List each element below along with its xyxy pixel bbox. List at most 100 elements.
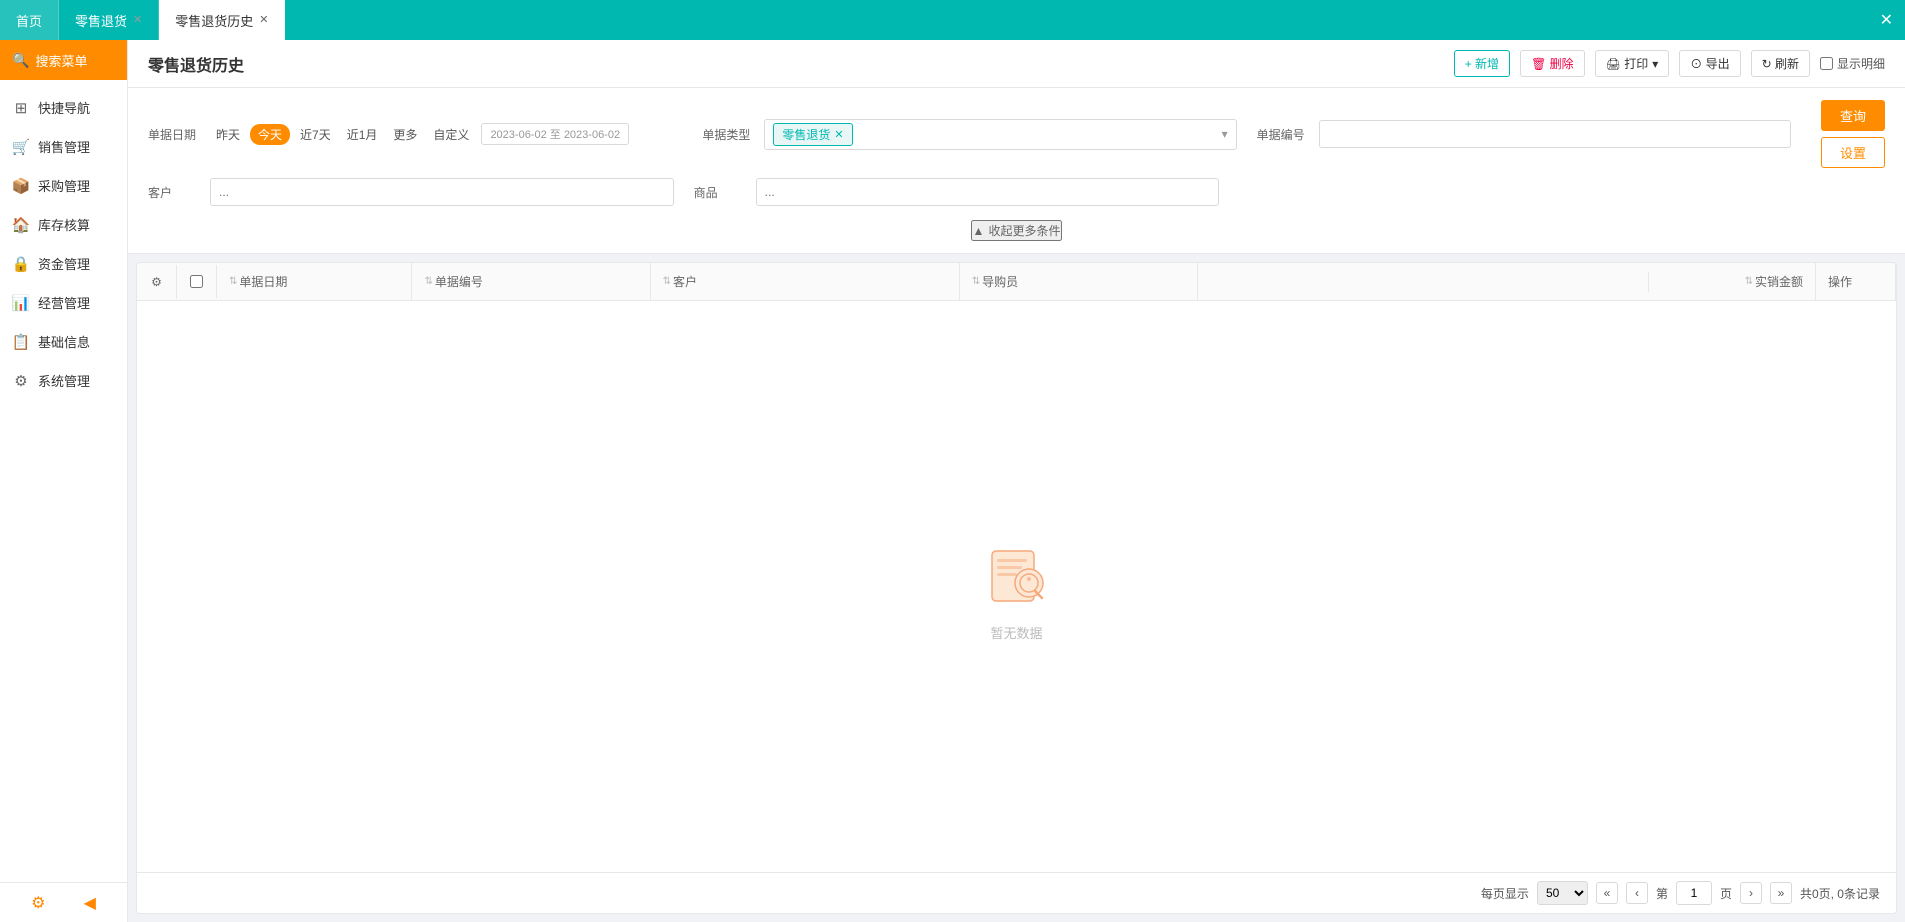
print-button[interactable]: 🖨 打印 ▾ (1595, 50, 1670, 77)
new-button[interactable]: + 新增 (1454, 50, 1510, 77)
tab-retail-return-history-label: 零售退货历史 (175, 11, 253, 30)
filter-row-2: 客户 商品 (148, 178, 1885, 206)
th-number-label: 单据编号 (435, 273, 483, 290)
sidebar-item-purchase-mgmt[interactable]: 📦 采购管理 (0, 166, 127, 205)
customer-filter-item: 客户 (148, 178, 674, 206)
show-detail-checkbox[interactable] (1820, 57, 1833, 70)
sidebar-item-basic-info[interactable]: 📋 基础信息 (0, 322, 127, 361)
th-checkbox[interactable] (177, 265, 217, 298)
page-number-input[interactable]: 1 (1676, 881, 1712, 905)
tab-retail-return-close[interactable]: ✕ (133, 15, 142, 26)
print-arrow-icon: ▾ (1652, 57, 1658, 71)
quick-nav-icon: ⊞ (12, 99, 30, 117)
top-bar: 首页 零售退货 ✕ 零售退货历史 ✕ ✕ (0, 0, 1905, 40)
sort-icon-amount: ⇅ (1745, 276, 1753, 287)
purchase-mgmt-icon: 📦 (12, 177, 30, 195)
order-number-label: 单据编号 (1257, 126, 1313, 143)
sidebar-item-system-mgmt[interactable]: ⚙ 系统管理 (0, 361, 127, 400)
th-date[interactable]: ⇅ 单据日期 (217, 263, 412, 300)
table-header: ⚙ ⇅ 单据日期 ⇅ 单据编号 ⇅ 客户 ⇅ (137, 263, 1896, 301)
sidebar-item-sales-mgmt[interactable]: 🛒 销售管理 (0, 127, 127, 166)
order-number-filter-item: 单据编号 (1257, 120, 1791, 148)
th-settings[interactable]: ⚙ (137, 265, 177, 299)
sidebar-item-purchase-mgmt-label: 采购管理 (38, 176, 90, 195)
order-number-input[interactable] (1319, 120, 1791, 148)
collapse-label: 收起更多条件 (988, 222, 1060, 239)
column-settings-icon: ⚙ (151, 275, 162, 289)
collapse-sidebar-icon[interactable]: ◀ (84, 893, 96, 913)
page-label: 第 (1656, 885, 1668, 902)
type-filter-item: 单据类型 零售退货 ✕ ▾ (702, 119, 1236, 150)
sort-icon-date: ⇅ (229, 276, 237, 287)
goods-input[interactable] (756, 178, 1220, 206)
prev-page-btn[interactable]: ‹ (1626, 882, 1648, 904)
refresh-button[interactable]: ↻ 刷新 (1751, 50, 1810, 77)
th-guide[interactable]: ⇅ 导购员 (960, 263, 1198, 300)
basic-info-icon: 📋 (12, 333, 30, 351)
date-shortcut-custom[interactable]: 自定义 (427, 124, 475, 145)
type-tag-close[interactable]: ✕ (834, 128, 843, 141)
sidebar-search[interactable]: 🔍 搜索菜单 (0, 40, 127, 80)
pagination-bar: 每页显示 10 20 50 100 « ‹ 第 1 页 › » 共0页, 0条记… (137, 872, 1896, 913)
empty-icon (977, 531, 1057, 611)
settings-footer-icon[interactable]: ⚙ (31, 893, 45, 913)
th-date-label: 单据日期 (239, 273, 287, 290)
system-mgmt-icon: ⚙ (12, 372, 30, 390)
th-guide-label: 导购员 (982, 273, 1018, 290)
date-shortcut-more[interactable]: 更多 (387, 124, 423, 145)
th-action-label: 操作 (1828, 273, 1852, 290)
first-page-btn[interactable]: « (1596, 882, 1618, 904)
page-header: 零售退货历史 + 新增 🗑 删除 🖨 打印 ▾ ⊙ 导出 ↻ 刷新 显示明细 (128, 40, 1905, 88)
type-selector[interactable]: 零售退货 ✕ ▾ (764, 119, 1236, 150)
sidebar-item-sales-mgmt-label: 销售管理 (38, 137, 90, 156)
th-number[interactable]: ⇅ 单据编号 (412, 263, 650, 300)
setting-button[interactable]: 设置 (1821, 137, 1885, 168)
sidebar-search-label: 搜索菜单 (35, 51, 87, 70)
type-filter-label: 单据类型 (702, 126, 758, 143)
next-page-btn[interactable]: › (1740, 882, 1762, 904)
per-page-select[interactable]: 10 20 50 100 (1537, 881, 1588, 905)
sidebar-item-finance-mgmt[interactable]: 🔒 资金管理 (0, 244, 127, 283)
operations-mgmt-icon: 📊 (12, 294, 30, 312)
sidebar-item-inventory[interactable]: 🏠 库存核算 (0, 205, 127, 244)
date-shortcut-last7[interactable]: 近7天 (294, 124, 337, 145)
sidebar-item-inventory-label: 库存核算 (38, 215, 90, 234)
tab-home[interactable]: 首页 (0, 0, 59, 40)
empty-text: 暂无数据 (990, 623, 1042, 642)
delete-button[interactable]: 🗑 删除 (1520, 50, 1585, 77)
sidebar-item-system-mgmt-label: 系统管理 (38, 371, 90, 390)
tab-retail-return-history[interactable]: 零售退货历史 ✕ (159, 0, 285, 40)
date-shortcut-last-month[interactable]: 近1月 (341, 124, 384, 145)
tab-home-label: 首页 (16, 11, 42, 30)
show-detail-checkbox-label[interactable]: 显示明细 (1820, 55, 1885, 72)
query-button[interactable]: 查询 (1821, 100, 1885, 131)
export-button[interactable]: ⊙ 导出 (1679, 50, 1740, 77)
inventory-icon: 🏠 (12, 216, 30, 234)
sidebar-item-quick-nav[interactable]: ⊞ 快捷导航 (0, 88, 127, 127)
type-selector-chevron: ▾ (1222, 127, 1228, 141)
toolbar-actions: + 新增 🗑 删除 🖨 打印 ▾ ⊙ 导出 ↻ 刷新 显示明细 (1454, 50, 1885, 77)
th-spacer (1198, 272, 1649, 292)
sidebar-item-operations-mgmt[interactable]: 📊 经营管理 (0, 283, 127, 322)
page-suffix: 页 (1720, 885, 1732, 902)
date-filter-label: 单据日期 (148, 126, 204, 143)
sort-icon-customer: ⇅ (663, 276, 671, 287)
date-shortcut-today[interactable]: 今天 (250, 124, 290, 145)
window-close-btn[interactable]: ✕ (1880, 10, 1893, 30)
tab-retail-return-label: 零售退货 (75, 11, 127, 30)
per-page-label: 每页显示 (1481, 885, 1529, 902)
th-customer[interactable]: ⇅ 客户 (651, 263, 960, 300)
last-page-btn[interactable]: » (1770, 882, 1792, 904)
type-tag-text: 零售退货 (782, 126, 830, 143)
collapse-button[interactable]: ▲ 收起更多条件 (971, 220, 1063, 241)
filter-buttons: 查询 设置 (1821, 100, 1885, 168)
tab-retail-return[interactable]: 零售退货 ✕ (59, 0, 159, 40)
th-amount[interactable]: ⇅ 实销金额 (1649, 263, 1816, 300)
tab-retail-return-history-close[interactable]: ✕ (259, 15, 268, 26)
sidebar: 🔍 搜索菜单 ⊞ 快捷导航 🛒 销售管理 📦 采购管理 🏠 库存核算 🔒 (0, 40, 128, 922)
date-range-display[interactable]: 2023-06-02 至 2023-06-02 (481, 123, 629, 145)
select-all-checkbox[interactable] (190, 275, 203, 288)
sidebar-item-finance-mgmt-label: 资金管理 (38, 254, 90, 273)
date-shortcut-yesterday[interactable]: 昨天 (210, 124, 246, 145)
customer-input[interactable] (210, 178, 674, 206)
